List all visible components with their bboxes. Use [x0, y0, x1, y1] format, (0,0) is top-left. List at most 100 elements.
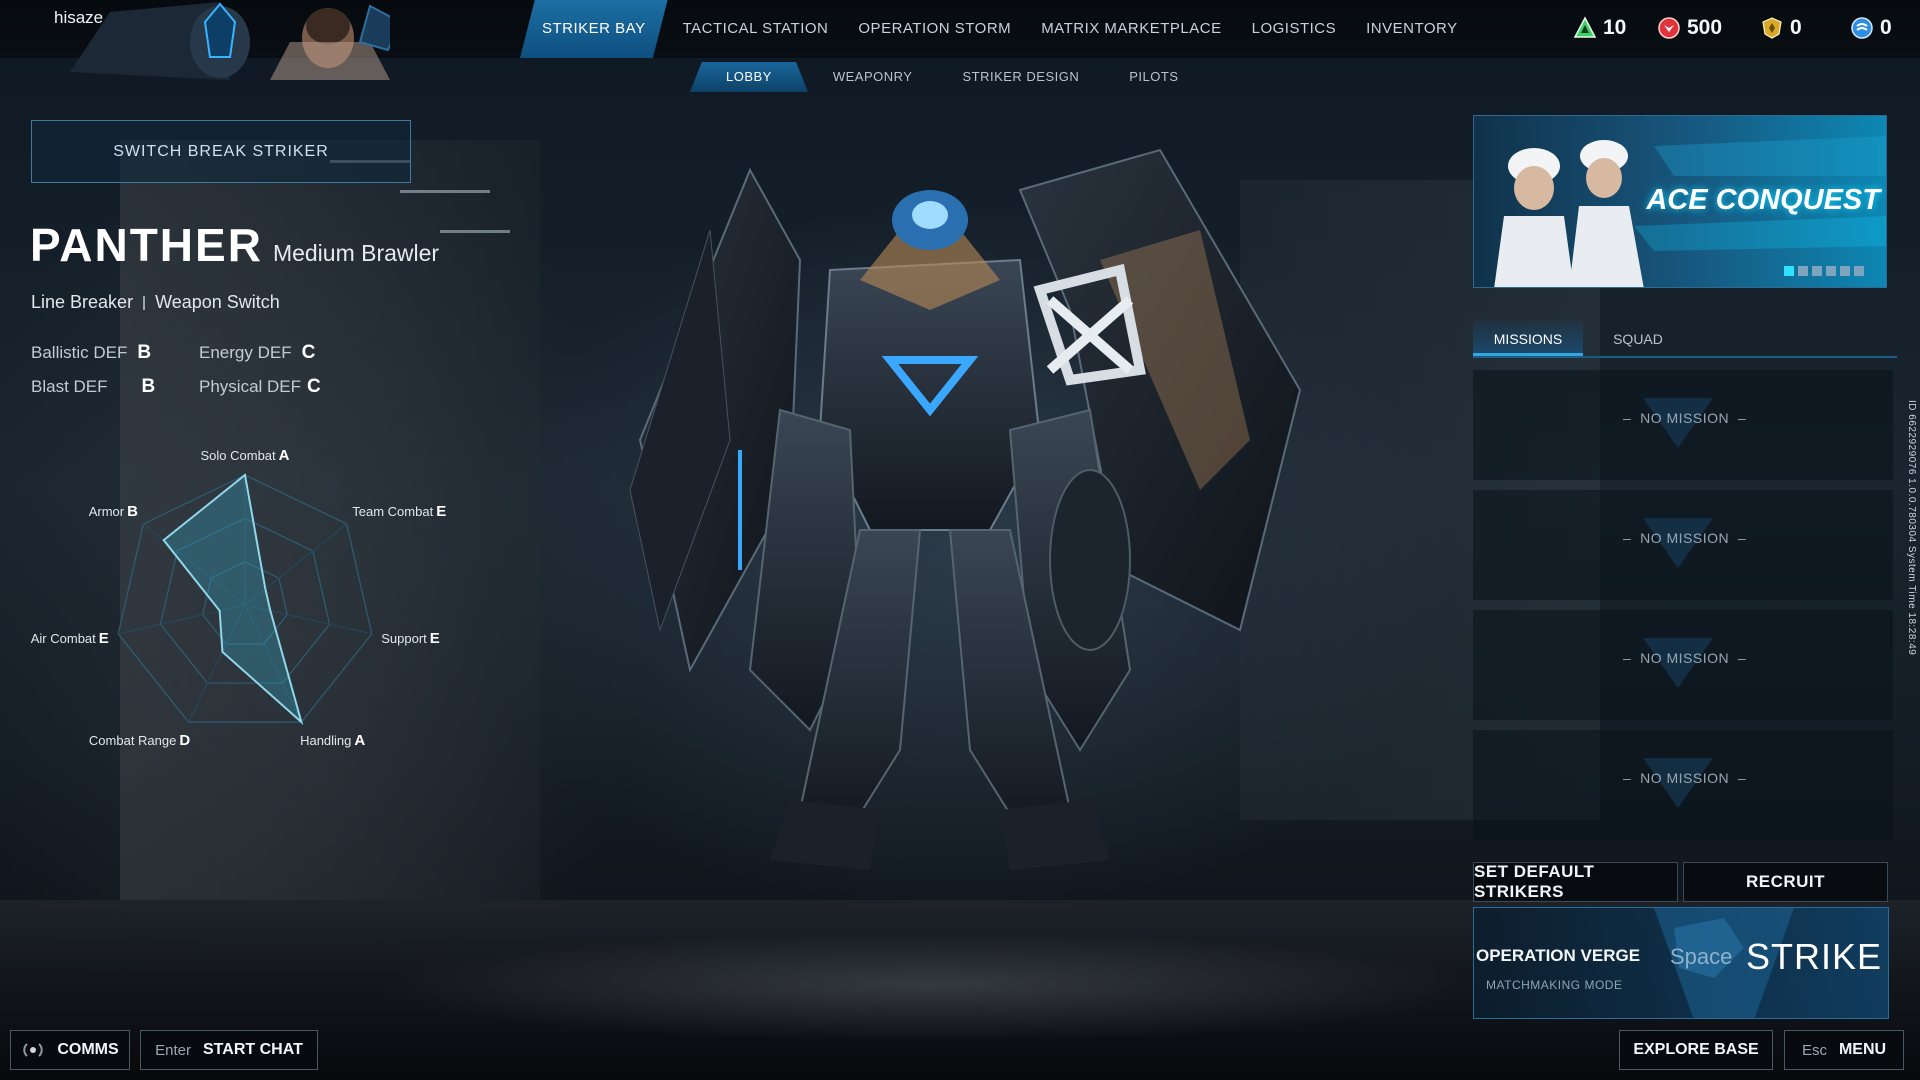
capability-radar-chart: Solo Combat A Team Combat E Support E Handling…: [30, 440, 450, 749]
gold-shield-currency-icon: [1762, 17, 1782, 39]
ceiling-light: [440, 230, 510, 233]
radar-axis-grade: A: [354, 731, 366, 749]
radar-axis-label: Air Combat: [30, 630, 96, 646]
radar-axis-grade: E: [429, 629, 440, 647]
explore-base-label: EXPLORE BASE: [1633, 1041, 1759, 1058]
radar-axis-label: Solo Combat: [200, 447, 276, 463]
blue-circle-currency-icon: [1851, 17, 1873, 39]
radar-label-armor: Armor B: [89, 503, 138, 520]
nav-inventory[interactable]: INVENTORY: [1351, 0, 1472, 58]
mission-slot[interactable]: – NO MISSION –: [1473, 610, 1893, 720]
mission-text: – NO MISSION –: [1623, 410, 1747, 426]
username[interactable]: hisaze: [54, 8, 103, 28]
nav-logistics[interactable]: LOGISTICS: [1237, 0, 1352, 58]
subnav-striker-design[interactable]: STRIKER DESIGN: [937, 62, 1104, 92]
banner-pagination: [1784, 266, 1864, 276]
nav-matrix-marketplace[interactable]: MATRIX MARKETPLACE: [1026, 0, 1236, 58]
explore-base-button[interactable]: EXPLORE BASE: [1619, 1030, 1773, 1070]
strike-panel[interactable]: OPERATION VERGE MATCHMAKING MODE Space S…: [1473, 907, 1889, 1019]
trait-separator: [143, 295, 146, 310]
mission-status: NO MISSION: [1640, 410, 1730, 426]
recruit-button[interactable]: RECRUIT: [1683, 862, 1888, 902]
panther-mech-model[interactable]: [600, 110, 1320, 950]
def-grade: B: [137, 342, 152, 363]
radar-axis-label: Support: [381, 630, 427, 646]
trait-weapon-switch: Weapon Switch: [155, 292, 280, 312]
system-info: ID 6622929076 1.0.0.780304 System Time 1…: [1906, 400, 1917, 656]
broadcast-icon: [23, 1043, 44, 1057]
missions-squad-tabs: MISSIONS SQUAD: [1473, 320, 1897, 358]
comms-button[interactable]: COMMS: [10, 1030, 130, 1070]
subnav-lobby[interactable]: LOBBY: [690, 62, 808, 92]
def-energy: Energy DEF C: [199, 342, 315, 364]
banner-dot[interactable]: [1812, 266, 1822, 276]
nav-striker-bay[interactable]: STRIKER BAY: [520, 0, 668, 58]
event-banner[interactable]: ACE CONQUEST: [1473, 115, 1887, 288]
def-label: Ballistic DEF: [31, 343, 128, 362]
mission-status: NO MISSION: [1640, 530, 1730, 546]
comms-label: COMMS: [57, 1041, 119, 1058]
start-chat-label: START CHAT: [203, 1041, 303, 1058]
menu-label: MENU: [1838, 1041, 1887, 1058]
def-physical: Physical DEF C: [199, 376, 321, 398]
tab-missions[interactable]: MISSIONS: [1473, 320, 1583, 356]
subnav-pilots[interactable]: PILOTS: [1104, 62, 1203, 92]
radar-label-support: Support E: [381, 630, 440, 647]
tab-squad[interactable]: SQUAD: [1583, 320, 1693, 356]
def-label: Energy DEF: [199, 343, 292, 362]
banner-dot[interactable]: [1798, 266, 1808, 276]
subnav-weaponry[interactable]: WEAPONRY: [808, 62, 938, 92]
mission-text: – NO MISSION –: [1623, 650, 1747, 666]
radar-axis-grade: A: [278, 446, 290, 464]
banner-title: ACE CONQUEST: [1646, 184, 1880, 216]
mission-text: – NO MISSION –: [1623, 530, 1747, 546]
currency-token[interactable]: 10: [1573, 16, 1626, 40]
radar-axis-grade: D: [179, 731, 191, 749]
set-default-strikers-button[interactable]: SET DEFAULT STRIKERS: [1473, 862, 1678, 902]
menu-button[interactable]: Esc MENU: [1784, 1030, 1904, 1070]
currency-gold[interactable]: 0: [1760, 16, 1802, 40]
mission-status: NO MISSION: [1640, 650, 1730, 666]
trait-line-breaker: Line Breaker: [31, 292, 134, 312]
mission-slot[interactable]: – NO MISSION –: [1473, 490, 1893, 600]
currency-blue-value: 0: [1880, 16, 1892, 39]
currency-red[interactable]: 500: [1657, 16, 1722, 40]
nav-tactical-station[interactable]: TACTICAL STATION: [668, 0, 844, 58]
banner-dot[interactable]: [1840, 266, 1850, 276]
radar-axis-grade: E: [436, 502, 447, 520]
red-emblem-currency-icon: [1658, 17, 1680, 39]
switch-break-striker-button[interactable]: SWITCH BREAK STRIKER: [31, 120, 411, 183]
strike-button-label: STRIKE: [1746, 936, 1883, 977]
ceiling-light: [400, 190, 490, 193]
nav-operation-storm[interactable]: OPERATION STORM: [843, 0, 1026, 58]
radar-label-air-combat: Air Combat E: [31, 630, 109, 647]
def-label: Physical DEF: [199, 377, 302, 396]
banner-dot[interactable]: [1784, 266, 1794, 276]
squad-avatars[interactable]: [70, 2, 390, 80]
currency-red-value: 500: [1687, 16, 1723, 39]
mech-traits: Line Breaker Weapon Switch: [31, 292, 280, 313]
banner-dot[interactable]: [1854, 266, 1864, 276]
radar-axis-label: Team Combat: [352, 503, 434, 519]
currency-blue[interactable]: 0: [1850, 16, 1892, 40]
def-label: Blast DEF: [31, 377, 108, 396]
radar-axis-label: Combat Range: [88, 732, 177, 748]
radar-label-handling: Handling A: [300, 732, 365, 749]
radar-label-combat-range: Combat Range D: [89, 732, 190, 749]
start-chat-button[interactable]: Enter START CHAT: [140, 1030, 318, 1070]
radar-label-solo-combat: Solo Combat A: [201, 447, 290, 464]
strike-keybind: Space: [1670, 944, 1733, 969]
green-triangle-token-icon: [1573, 16, 1597, 38]
mech-title: PANTHER Medium Brawler: [30, 218, 439, 272]
radar-data-area: [162, 473, 304, 726]
mission-slot[interactable]: – NO MISSION –: [1473, 730, 1893, 840]
currency-gold-value: 0: [1790, 16, 1802, 39]
radar-axis-grade: E: [98, 629, 109, 647]
main-nav: STRIKER BAY TACTICAL STATION OPERATION S…: [520, 0, 1473, 58]
operation-name: OPERATION VERGE: [1476, 946, 1641, 965]
mission-slot[interactable]: – NO MISSION –: [1473, 370, 1893, 480]
def-grade: B: [141, 376, 156, 397]
mech-class: Medium Brawler: [272, 240, 440, 266]
radar-axis-label: Armor: [88, 503, 125, 519]
banner-dot[interactable]: [1826, 266, 1836, 276]
